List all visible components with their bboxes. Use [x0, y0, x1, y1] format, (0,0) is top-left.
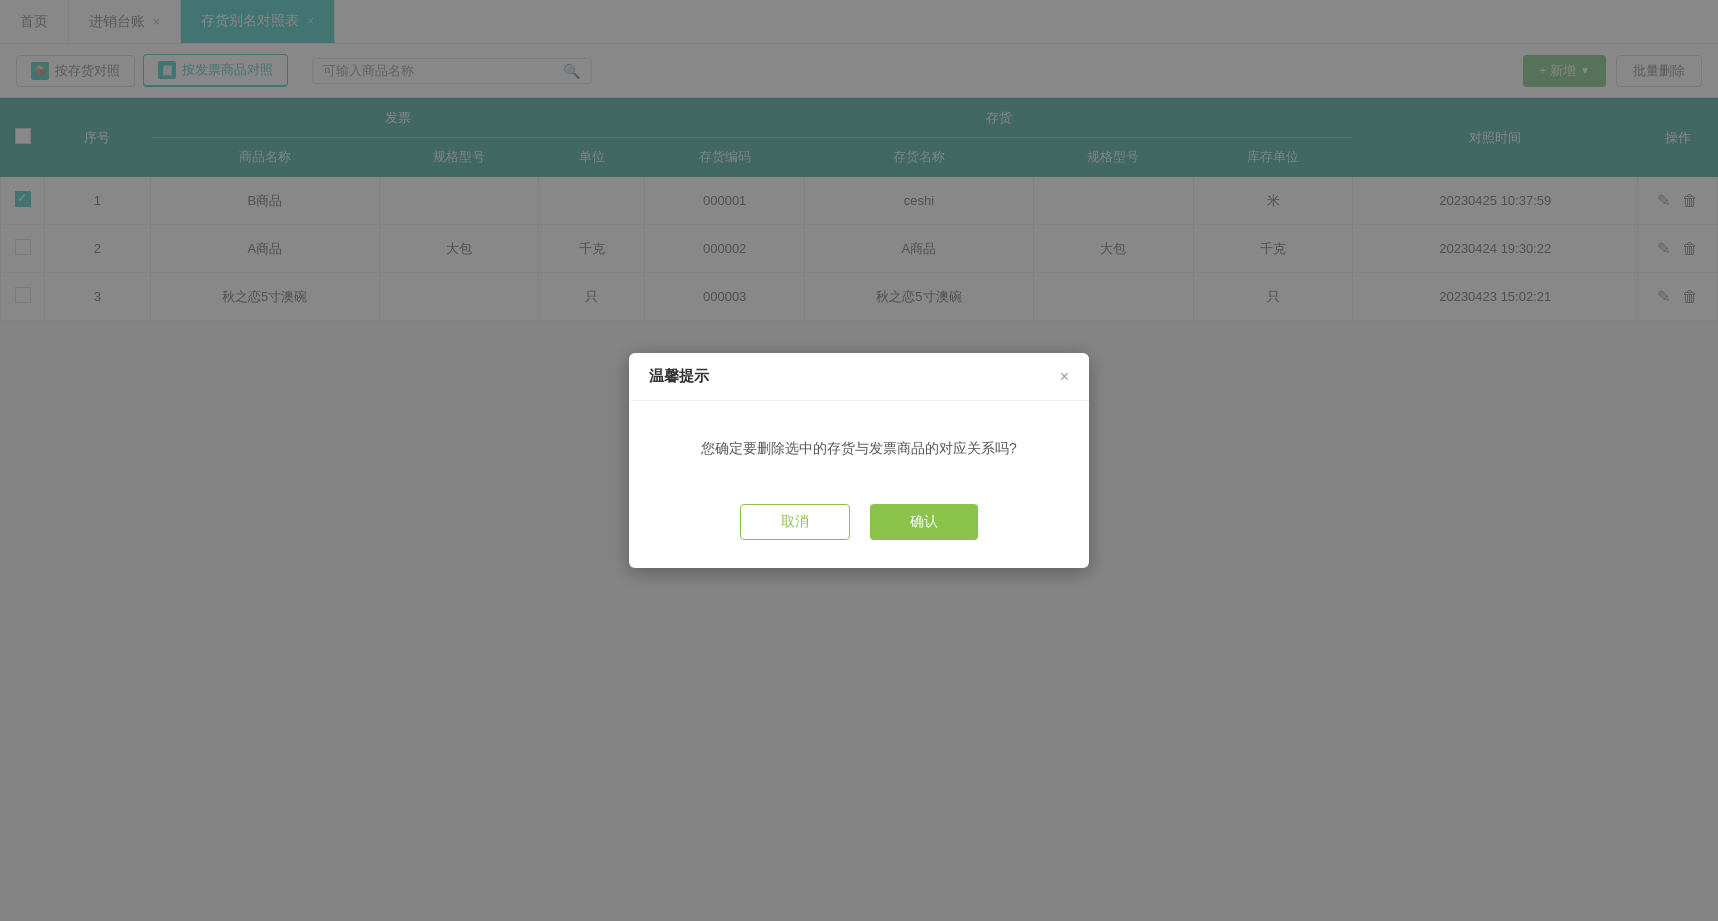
dialog-overlay: 温馨提示 × 您确定要删除选中的存货与发票商品的对应关系吗? 取消 确认: [0, 0, 1718, 321]
